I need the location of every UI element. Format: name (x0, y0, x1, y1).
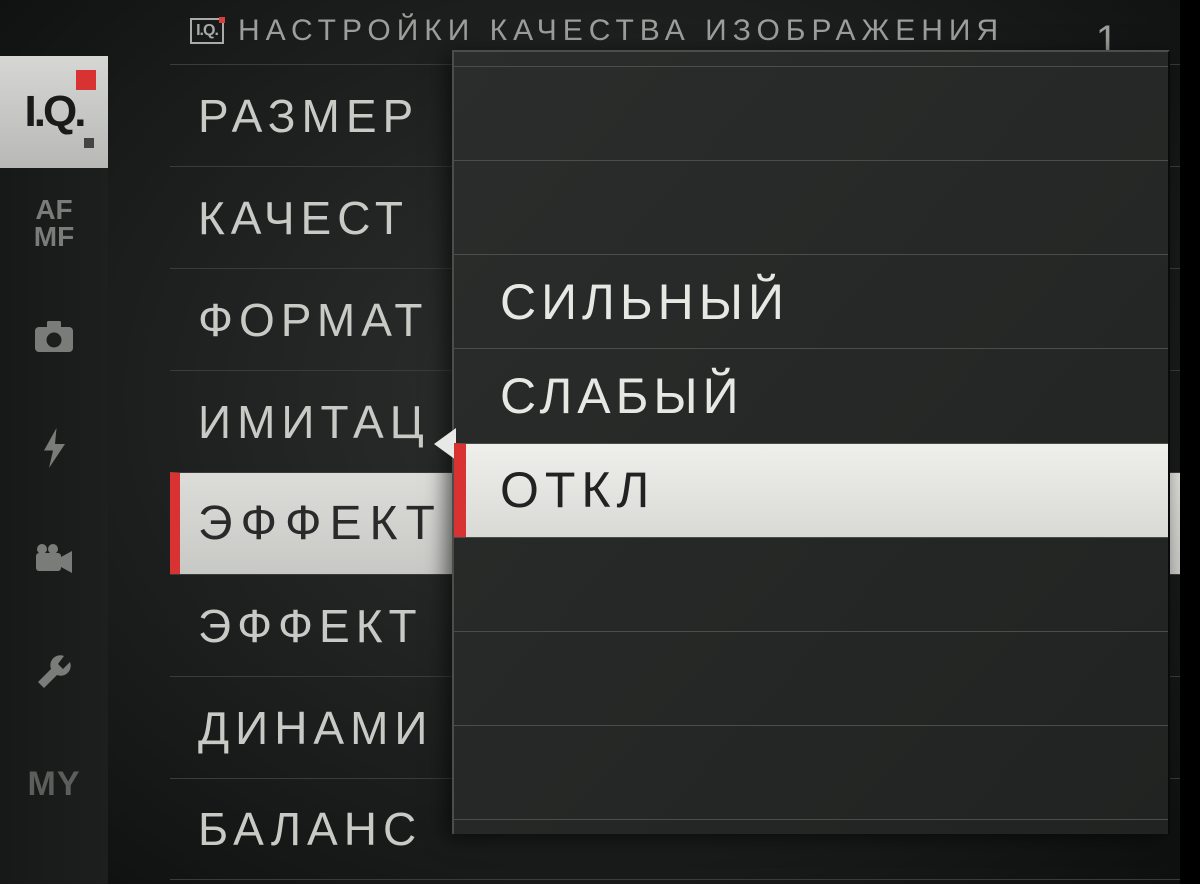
afmf-label: AF MF (34, 197, 74, 250)
dots-indicator-icon (84, 138, 94, 148)
iq-badge-text: I.Q. (196, 22, 218, 40)
submenu-option-empty-5[interactable] (454, 725, 1168, 820)
af-text: AF (34, 197, 74, 224)
movie-camera-icon (29, 535, 79, 585)
tab-flash[interactable] (0, 392, 108, 504)
submenu-option-empty-3[interactable] (454, 537, 1168, 631)
iq-badge-icon: I.Q. (190, 18, 224, 44)
tab-af-mf[interactable]: AF MF (0, 168, 108, 280)
page-title: НАСТРОЙКИ КАЧЕСТВА ИЗОБРАЖЕНИЯ (238, 14, 1004, 48)
tab-image-quality[interactable]: I.Q. (0, 56, 108, 168)
iq-tab-label: I.Q. (25, 87, 84, 137)
submenu-option-off[interactable]: ОТКЛ (454, 443, 1168, 537)
submenu-option-empty-4[interactable] (454, 631, 1168, 725)
sidebar: I.Q. AF MF MY (0, 56, 108, 884)
submenu-option-empty-2[interactable] (454, 160, 1168, 254)
screen-bezel (1180, 0, 1200, 884)
tab-movie[interactable] (0, 504, 108, 616)
submenu-option-strong[interactable]: СИЛЬНЫЙ (454, 254, 1168, 348)
my-label: MY (28, 765, 81, 804)
left-arrow-icon (434, 428, 456, 460)
tab-shooting[interactable] (0, 280, 108, 392)
red-indicator-icon (76, 70, 96, 90)
submenu-option-weak[interactable]: СЛАБЫЙ (454, 348, 1168, 442)
mf-text: MF (34, 224, 74, 251)
tab-my-menu[interactable]: MY (0, 728, 108, 840)
submenu-option-empty-1[interactable] (454, 66, 1168, 160)
tab-setup[interactable] (0, 616, 108, 728)
wrench-icon (29, 647, 79, 697)
submenu-popup: СИЛЬНЫЙ СЛАБЫЙ ОТКЛ (452, 50, 1170, 834)
camera-icon (29, 311, 79, 361)
flash-icon (29, 423, 79, 473)
